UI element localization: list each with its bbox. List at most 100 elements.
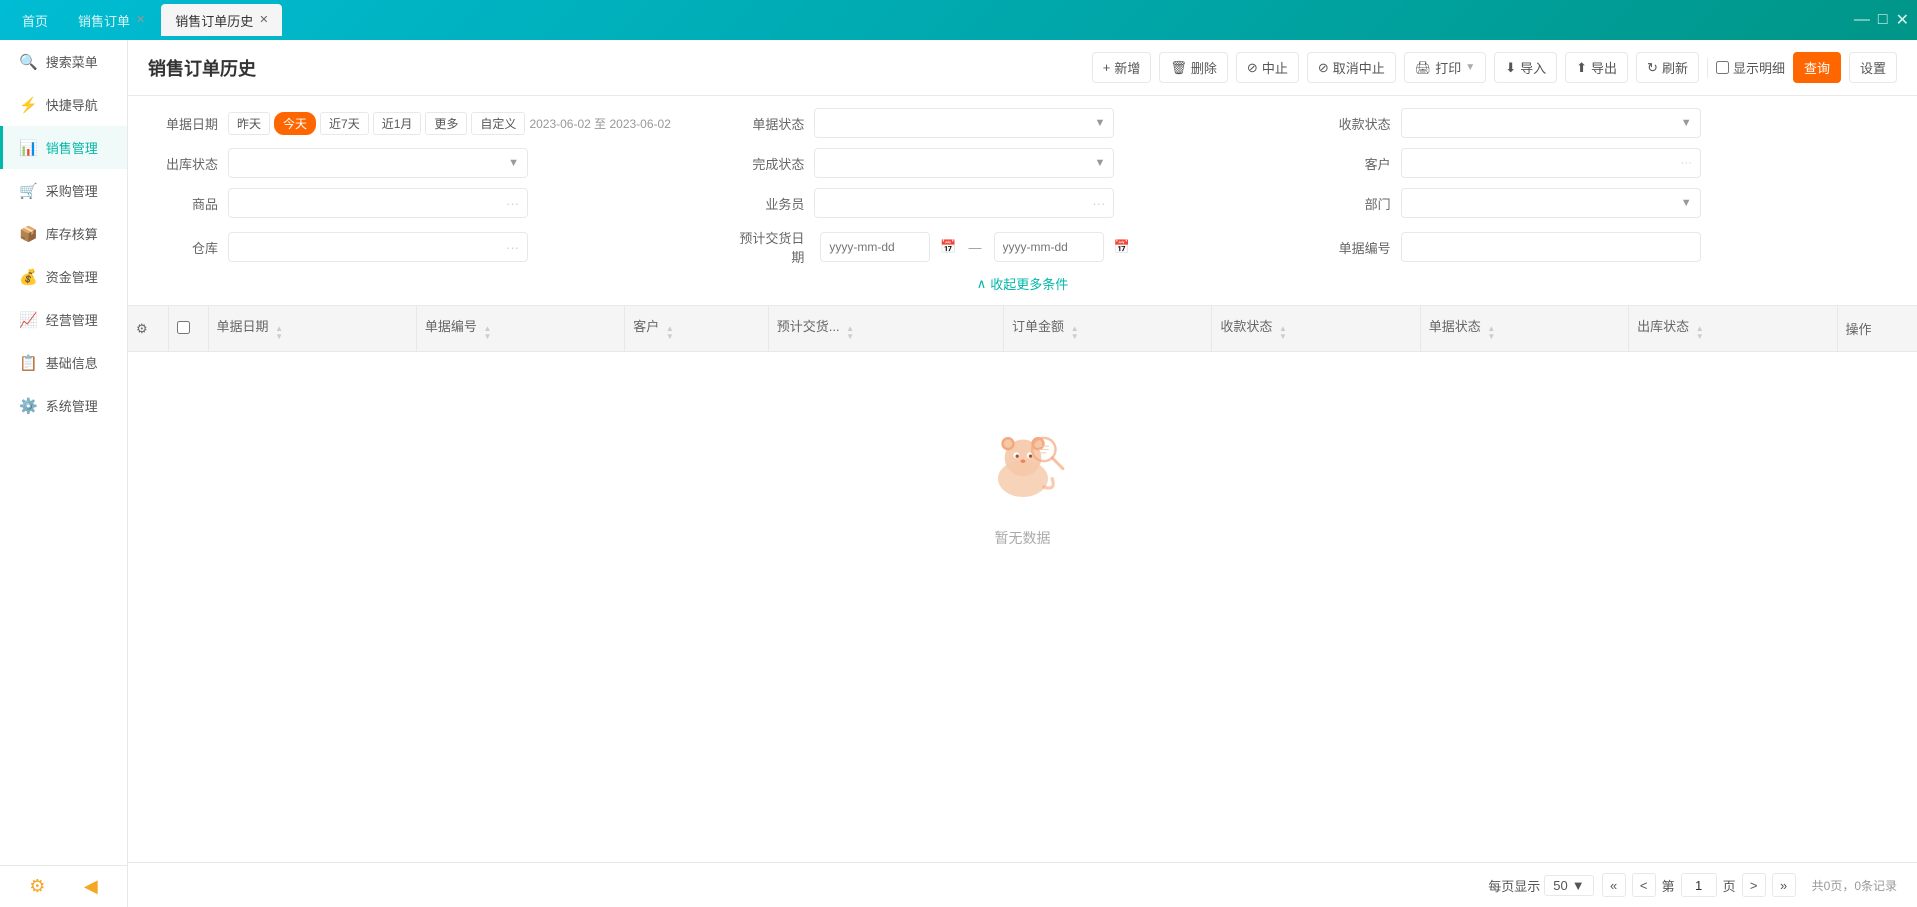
receipt-status-select[interactable]: ▼ [1401, 108, 1701, 138]
date-7days[interactable]: 近7天 [320, 112, 369, 135]
sales-mgmt-icon: 📊 [19, 139, 38, 157]
expected-date-from[interactable] [820, 232, 930, 262]
bill-no-input[interactable] [1401, 232, 1701, 262]
settings-button[interactable]: 设置 [1849, 52, 1897, 83]
th-bill-date[interactable]: 单据日期 ▲▼ [208, 306, 416, 352]
select-all-checkbox[interactable] [177, 321, 190, 334]
print-icon: 🖨 [1415, 60, 1432, 76]
th-actions: 操作 [1837, 306, 1917, 352]
display-detail-checkbox[interactable]: 显示明细 [1716, 58, 1785, 77]
complete-status-arrow: ▼ [1094, 157, 1105, 169]
th-settings[interactable]: ⚙ [128, 306, 168, 352]
total-info: 共0页，0条记录 [1812, 877, 1897, 894]
sidebar-item-business-mgmt[interactable]: 📈 经营管理 [0, 298, 127, 341]
th-checkbox[interactable] [168, 306, 208, 352]
goods-select[interactable]: ··· [228, 188, 528, 218]
search-menu-icon: 🔍 [19, 53, 38, 71]
expected-date-to[interactable] [994, 232, 1104, 262]
display-detail-input[interactable] [1716, 61, 1729, 74]
salesman-select[interactable]: ··· [814, 188, 1114, 218]
th-out-status[interactable]: 出库状态 ▲▼ [1629, 306, 1837, 352]
calendar-from-icon[interactable]: 📅 [940, 239, 956, 255]
refresh-icon: ↻ [1647, 60, 1658, 76]
query-button[interactable]: 查询 [1793, 52, 1841, 83]
sidebar-item-inventory-calc[interactable]: 📦 库存核算 [0, 212, 127, 255]
page-header: 销售订单历史 + 新增 🗑 删除 ⊘ 中止 ⊘ [128, 40, 1917, 96]
date-yesterday[interactable]: 昨天 [228, 112, 270, 135]
sidebar-collapse-icon[interactable]: ◀ [84, 876, 98, 897]
sort-expected-delivery: ▲▼ [846, 325, 854, 341]
collapse-row[interactable]: ∧ 收起更多条件 [148, 272, 1897, 293]
th-bill-no[interactable]: 单据编号 ▲▼ [416, 306, 624, 352]
th-bill-status[interactable]: 单据状态 ▲▼ [1420, 306, 1628, 352]
out-status-filter: 出库状态 ▼ [148, 148, 724, 178]
table-settings-icon[interactable]: ⚙ [136, 321, 148, 336]
delete-button[interactable]: 🗑 删除 [1159, 52, 1228, 83]
calendar-to-icon[interactable]: 📅 [1114, 239, 1130, 255]
prev-page-button[interactable]: < [1632, 873, 1656, 897]
empty-text: 暂无数据 [995, 528, 1051, 548]
next-page-button[interactable]: > [1742, 873, 1766, 897]
th-order-amount[interactable]: 订单金额 ▲▼ [1004, 306, 1212, 352]
table-area: ⚙ 单据日期 ▲▼ 单据编号 ▲▼ [128, 306, 1917, 862]
page-navigation: « < 第 页 > » [1602, 873, 1796, 897]
goods-dots: ··· [506, 196, 519, 211]
date-custom[interactable]: 自定义 [471, 112, 525, 135]
bill-status-select[interactable]: ▼ [814, 108, 1114, 138]
empty-state-row: 暂无数据 [128, 352, 1917, 609]
sidebar-item-capital-mgmt[interactable]: 💰 资金管理 [0, 255, 127, 298]
salesman-label: 业务员 [734, 194, 814, 213]
empty-state: 暂无数据 [128, 352, 1917, 608]
sidebar-item-system-mgmt[interactable]: ⚙️ 系统管理 [0, 384, 127, 427]
minimize-icon[interactable]: — [1854, 11, 1870, 29]
import-button[interactable]: ⬇ 导入 [1494, 52, 1557, 83]
cancel-stop-button[interactable]: ⊘ 取消中止 [1307, 52, 1396, 83]
export-icon: ⬆ [1576, 60, 1587, 76]
salesman-dots: ··· [1092, 196, 1105, 211]
sidebar-item-search-menu[interactable]: 🔍 搜索菜单 [0, 40, 127, 83]
out-status-select[interactable]: ▼ [228, 148, 528, 178]
sidebar-item-sales-mgmt[interactable]: 📊 销售管理 [0, 126, 127, 169]
cancel-stop-icon: ⊘ [1318, 60, 1329, 76]
th-customer[interactable]: 客户 ▲▼ [625, 306, 769, 352]
refresh-button[interactable]: ↻ 刷新 [1636, 52, 1699, 83]
window-controls: — □ ✕ [1854, 10, 1909, 30]
sidebar-item-basic-info[interactable]: 📋 基础信息 [0, 341, 127, 384]
receipt-status-label: 收款状态 [1321, 114, 1401, 133]
stop-icon: ⊘ [1247, 60, 1258, 76]
th-expected-delivery[interactable]: 预计交货... ▲▼ [768, 306, 1003, 352]
tab-sales-order[interactable]: 销售订单 ✕ [64, 4, 159, 36]
complete-status-label: 完成状态 [734, 154, 814, 173]
last-page-button[interactable]: » [1772, 873, 1796, 897]
sidebar-bottom: ⚙ ◀ [0, 865, 127, 907]
dept-filter: 部门 ▼ [1321, 188, 1897, 218]
first-page-button[interactable]: « [1602, 873, 1626, 897]
tab-sales-order-history-close[interactable]: ✕ [259, 15, 268, 26]
date-1month[interactable]: 近1月 [373, 112, 422, 135]
page-number-input[interactable] [1681, 873, 1717, 897]
export-button[interactable]: ⬆ 导出 [1565, 52, 1628, 83]
print-button[interactable]: 🖨 打印 ▼ [1404, 52, 1486, 83]
warehouse-select[interactable]: ··· [228, 232, 528, 262]
sidebar-settings-icon[interactable]: ⚙ [29, 876, 45, 897]
complete-status-select[interactable]: ▼ [814, 148, 1114, 178]
customer-dots: ··· [1681, 157, 1692, 169]
collapse-label: 收起更多条件 [990, 274, 1068, 293]
dept-select[interactable]: ▼ [1401, 188, 1701, 218]
tab-sales-order-close[interactable]: ✕ [136, 15, 145, 26]
stop-button[interactable]: ⊘ 中止 [1236, 52, 1299, 83]
customer-select[interactable]: ··· [1401, 148, 1701, 178]
tab-home[interactable]: 首页 [8, 4, 62, 36]
tab-sales-order-history[interactable]: 销售订单历史 ✕ [161, 4, 282, 36]
page-size-box[interactable]: 50 ▼ [1544, 875, 1593, 896]
date-more[interactable]: 更多 [425, 112, 467, 135]
customer-label: 客户 [1321, 154, 1401, 173]
page-title: 销售订单历史 [148, 55, 256, 81]
new-button[interactable]: + 新增 [1092, 52, 1152, 83]
sidebar-item-quick-nav[interactable]: ⚡ 快捷导航 [0, 83, 127, 126]
date-today[interactable]: 今天 [274, 112, 316, 135]
window-close-icon[interactable]: ✕ [1896, 10, 1909, 30]
th-receipt-status[interactable]: 收款状态 ▲▼ [1212, 306, 1420, 352]
maximize-icon[interactable]: □ [1878, 11, 1888, 29]
sidebar-item-purchase-mgmt[interactable]: 🛒 采购管理 [0, 169, 127, 212]
